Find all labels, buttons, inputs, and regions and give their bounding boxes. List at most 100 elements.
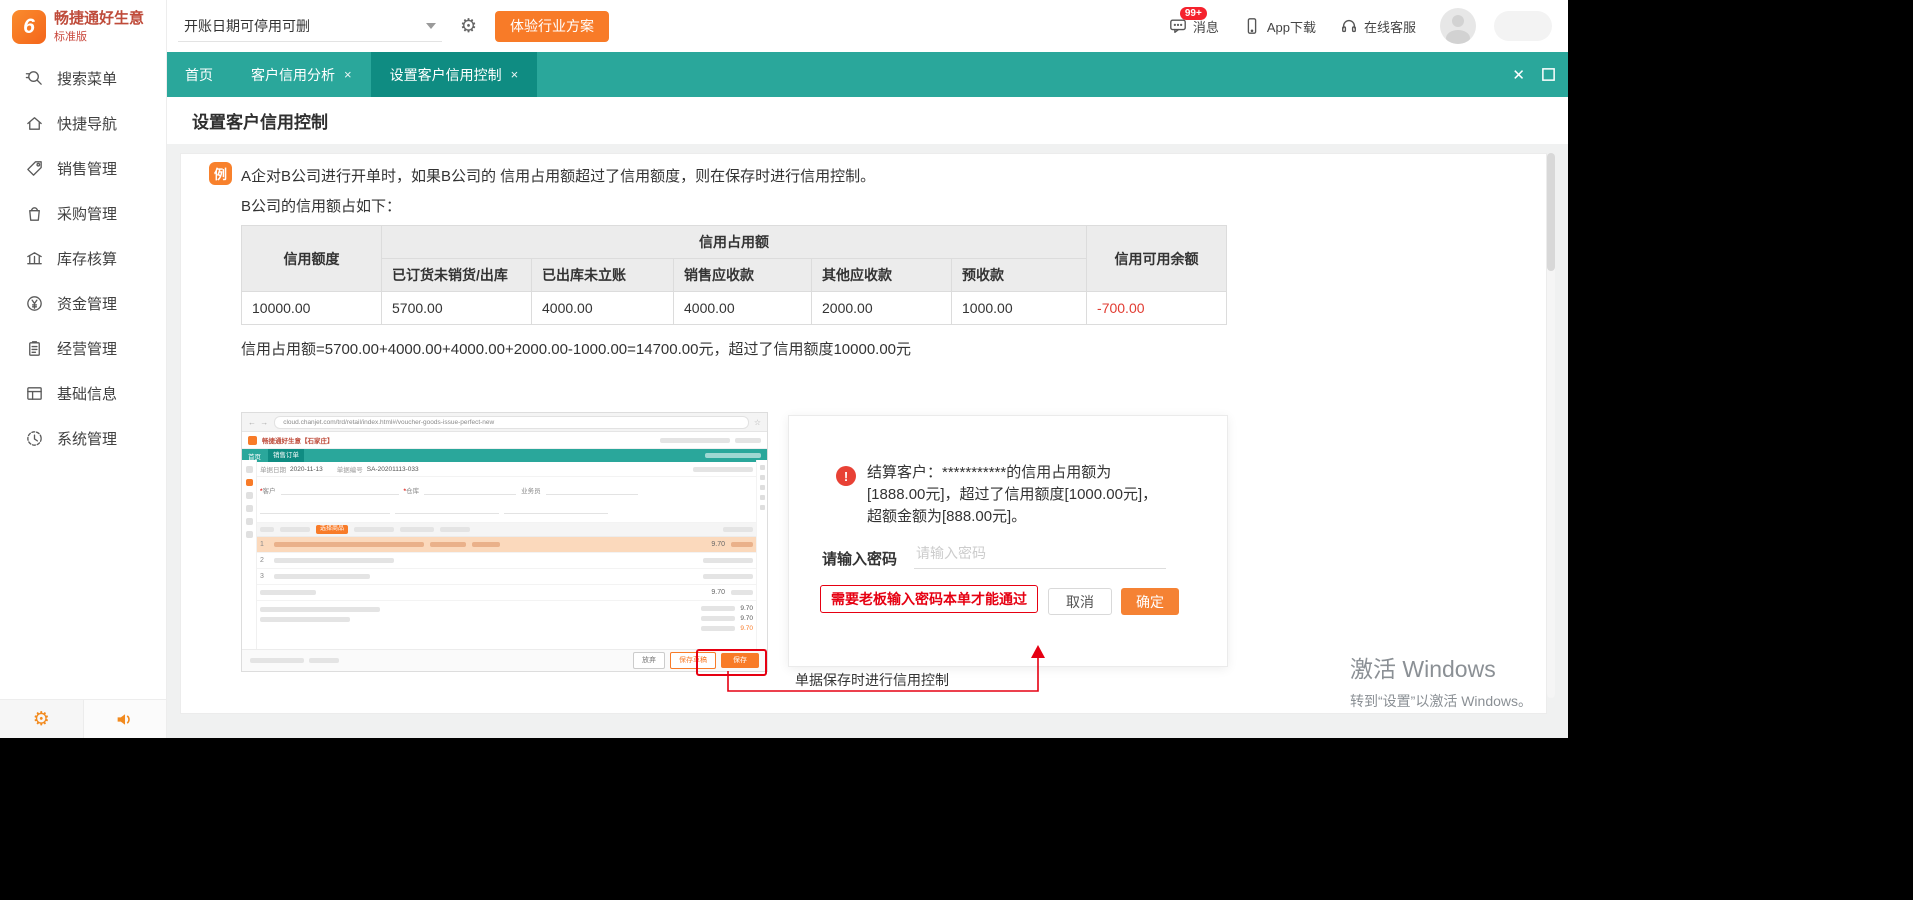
sidebar-item-purchase[interactable]: 采购管理 bbox=[0, 191, 166, 236]
example-line-1: A企对B公司进行开单时，如果B公司的 信用占用额超过了信用额度，则在保存时进行信… bbox=[241, 168, 876, 185]
announcement-button[interactable] bbox=[82, 700, 166, 738]
placeholder-bar bbox=[701, 606, 736, 611]
placeholder-bar bbox=[731, 590, 753, 595]
sidebar-item-base-info[interactable]: 基础信息 bbox=[0, 371, 166, 416]
placeholder-dot bbox=[759, 485, 765, 490]
star-icon: ☆ bbox=[753, 417, 761, 427]
placeholder-bar bbox=[723, 527, 753, 532]
app-download-label: App下载 bbox=[1266, 19, 1316, 35]
col-credit-limit: 信用额度 bbox=[241, 225, 382, 292]
topbar-settings-icon[interactable]: ⚙ bbox=[460, 15, 477, 38]
sidebar: 6 畅捷通好生意 标准版 搜索菜单 快捷导航 销售管理 采购管理 库存核算 资金… bbox=[0, 0, 167, 738]
close-tab-icon[interactable]: × bbox=[511, 67, 519, 82]
save-highlight-box bbox=[696, 649, 767, 676]
col-credit-balance: 信用可用余额 bbox=[1086, 225, 1228, 292]
formula-text: 信用占用额=5700.00+4000.00+4000.00+2000.00-10… bbox=[241, 341, 912, 358]
placeholder-bar bbox=[354, 527, 395, 532]
placeholder-bar bbox=[703, 558, 753, 563]
sidebar-footer: ⚙ bbox=[0, 699, 166, 738]
placeholder-dot bbox=[245, 531, 253, 538]
mini-doc-date: 2020-11-13 bbox=[290, 465, 323, 473]
placeholder-dot bbox=[759, 495, 765, 500]
sidebar-item-funds[interactable]: 资金管理 bbox=[0, 281, 166, 326]
subcol-shipped-not-invoiced: 已出库未立账 bbox=[531, 258, 674, 292]
mini-grid-row: 3 bbox=[242, 569, 767, 585]
confirm-button[interactable]: 确定 bbox=[1121, 588, 1179, 615]
mini-grid-header: 选择商品 bbox=[242, 523, 767, 537]
mini-tab-order: 销售订单 bbox=[268, 449, 304, 462]
speaker-icon bbox=[117, 713, 130, 725]
app-logo[interactable]: 6 畅捷通好生意 标准版 bbox=[0, 0, 166, 52]
chevron-down-icon bbox=[426, 22, 436, 29]
subcol-advance-received: 预收款 bbox=[950, 258, 1088, 292]
sidebar-item-system[interactable]: 系统管理 bbox=[0, 416, 166, 461]
close-tab-icon[interactable]: × bbox=[344, 67, 352, 82]
avatar[interactable] bbox=[1440, 8, 1476, 44]
account-period-value: 开账日期可停用可删 bbox=[184, 17, 310, 34]
mini-grid-subtotal: 9.70 bbox=[242, 585, 767, 601]
vertical-scrollbar bbox=[1547, 153, 1555, 698]
watermark-line2: 转到“设置”以激活 Windows。 bbox=[1350, 693, 1533, 709]
screen: 6 畅捷通好生意 标准版 搜索菜单 快捷导航 销售管理 采购管理 库存核算 资金… bbox=[0, 0, 1913, 900]
clock-dashed-icon bbox=[27, 431, 42, 446]
mini-field-bar bbox=[260, 503, 390, 514]
gear-icon: ⚙ bbox=[32, 708, 50, 730]
topbar-right: 99+ 消息 App下载 在线客服 bbox=[1169, 0, 1552, 52]
placeholder-bar bbox=[731, 542, 753, 547]
placeholder-bar bbox=[260, 607, 380, 612]
headset-icon bbox=[1342, 20, 1356, 33]
tab-home[interactable]: 首页 bbox=[166, 52, 232, 97]
messages-button[interactable]: 99+ 消息 bbox=[1169, 6, 1219, 36]
placeholder-dot bbox=[759, 475, 765, 480]
mini-discard-button: 放弃 bbox=[633, 652, 665, 669]
sidebar-item-inventory[interactable]: 库存核算 bbox=[0, 236, 166, 281]
sidebar-item-label: 经营管理 bbox=[57, 341, 118, 358]
boss-password-note: 需要老板输入密码本单才能通过 bbox=[820, 585, 1038, 613]
mini-brand-icon bbox=[248, 435, 257, 445]
placeholder-bar bbox=[274, 558, 394, 563]
mini-tab-home: 首页 bbox=[248, 453, 261, 461]
app-download-button[interactable]: App下载 bbox=[1243, 17, 1316, 36]
sidebar-item-label: 系统管理 bbox=[57, 431, 118, 448]
sidebar-item-operations[interactable]: 经营管理 bbox=[0, 326, 166, 371]
cell-ordered: 5700.00 bbox=[381, 291, 532, 325]
sidebar-item-quick-nav[interactable]: 快捷导航 bbox=[0, 101, 166, 146]
placeholder-dot bbox=[245, 466, 253, 473]
placeholder-dot bbox=[245, 479, 253, 486]
mini-field-label: *客户 bbox=[260, 487, 276, 495]
fullscreen-icon[interactable] bbox=[1541, 67, 1556, 82]
placeholder-dot bbox=[759, 465, 765, 470]
placeholder-bar bbox=[701, 626, 736, 631]
page: 设置客户信用控制 例 A企对B公司进行开单时，如果B公司的 信用占用额超过了信用… bbox=[166, 97, 1568, 738]
tab-credit-control[interactable]: 设置客户信用控制 × bbox=[370, 52, 538, 97]
subcol-ordered-not-shipped: 已订货未销货/出库 bbox=[381, 258, 532, 292]
settings-button[interactable]: ⚙ bbox=[0, 700, 83, 738]
online-support-button[interactable]: 在线客服 bbox=[1340, 17, 1416, 36]
scrollbar-thumb[interactable] bbox=[1547, 153, 1555, 271]
sidebar-item-search-menu[interactable]: 搜索菜单 bbox=[0, 56, 166, 101]
placeholder-bar bbox=[274, 542, 424, 547]
clipboard-icon bbox=[29, 341, 40, 356]
placeholder-bar bbox=[705, 453, 761, 458]
bag-icon bbox=[29, 207, 40, 221]
dialog-message-line2: [1888.00元]，超过了信用额度[1000.00元]， bbox=[867, 486, 1158, 503]
account-period-select[interactable]: 开账日期可停用可删 bbox=[178, 11, 442, 42]
placeholder-bar bbox=[250, 658, 304, 663]
mini-field-label: 业务员 bbox=[521, 487, 541, 495]
placeholder-dot bbox=[245, 518, 253, 525]
mini-grid-row-selected: 1 9.70 bbox=[242, 537, 767, 553]
tab-credit-analysis[interactable]: 客户信用分析 × bbox=[232, 52, 371, 97]
mini-field-bar bbox=[424, 484, 517, 495]
industry-plan-button[interactable]: 体验行业方案 bbox=[495, 10, 610, 42]
mini-doc-date-label: 单据日期 bbox=[260, 467, 286, 474]
subcol-other-receivable: 其他应收款 bbox=[811, 258, 952, 292]
col-credit-occupied: 信用占用额 bbox=[380, 225, 1088, 259]
mini-browser-bar: ← → cloud.chanjet.com/trd/retail/index.h… bbox=[242, 413, 767, 432]
placeholder-bar bbox=[703, 574, 753, 579]
username-blurred bbox=[1494, 11, 1552, 41]
placeholder-dot bbox=[759, 505, 765, 510]
close-all-tabs-icon[interactable]: ✕ bbox=[1512, 66, 1525, 84]
cancel-button[interactable]: 取消 bbox=[1048, 588, 1112, 615]
password-input[interactable] bbox=[914, 538, 1166, 569]
sidebar-item-sales[interactable]: 销售管理 bbox=[0, 146, 166, 191]
